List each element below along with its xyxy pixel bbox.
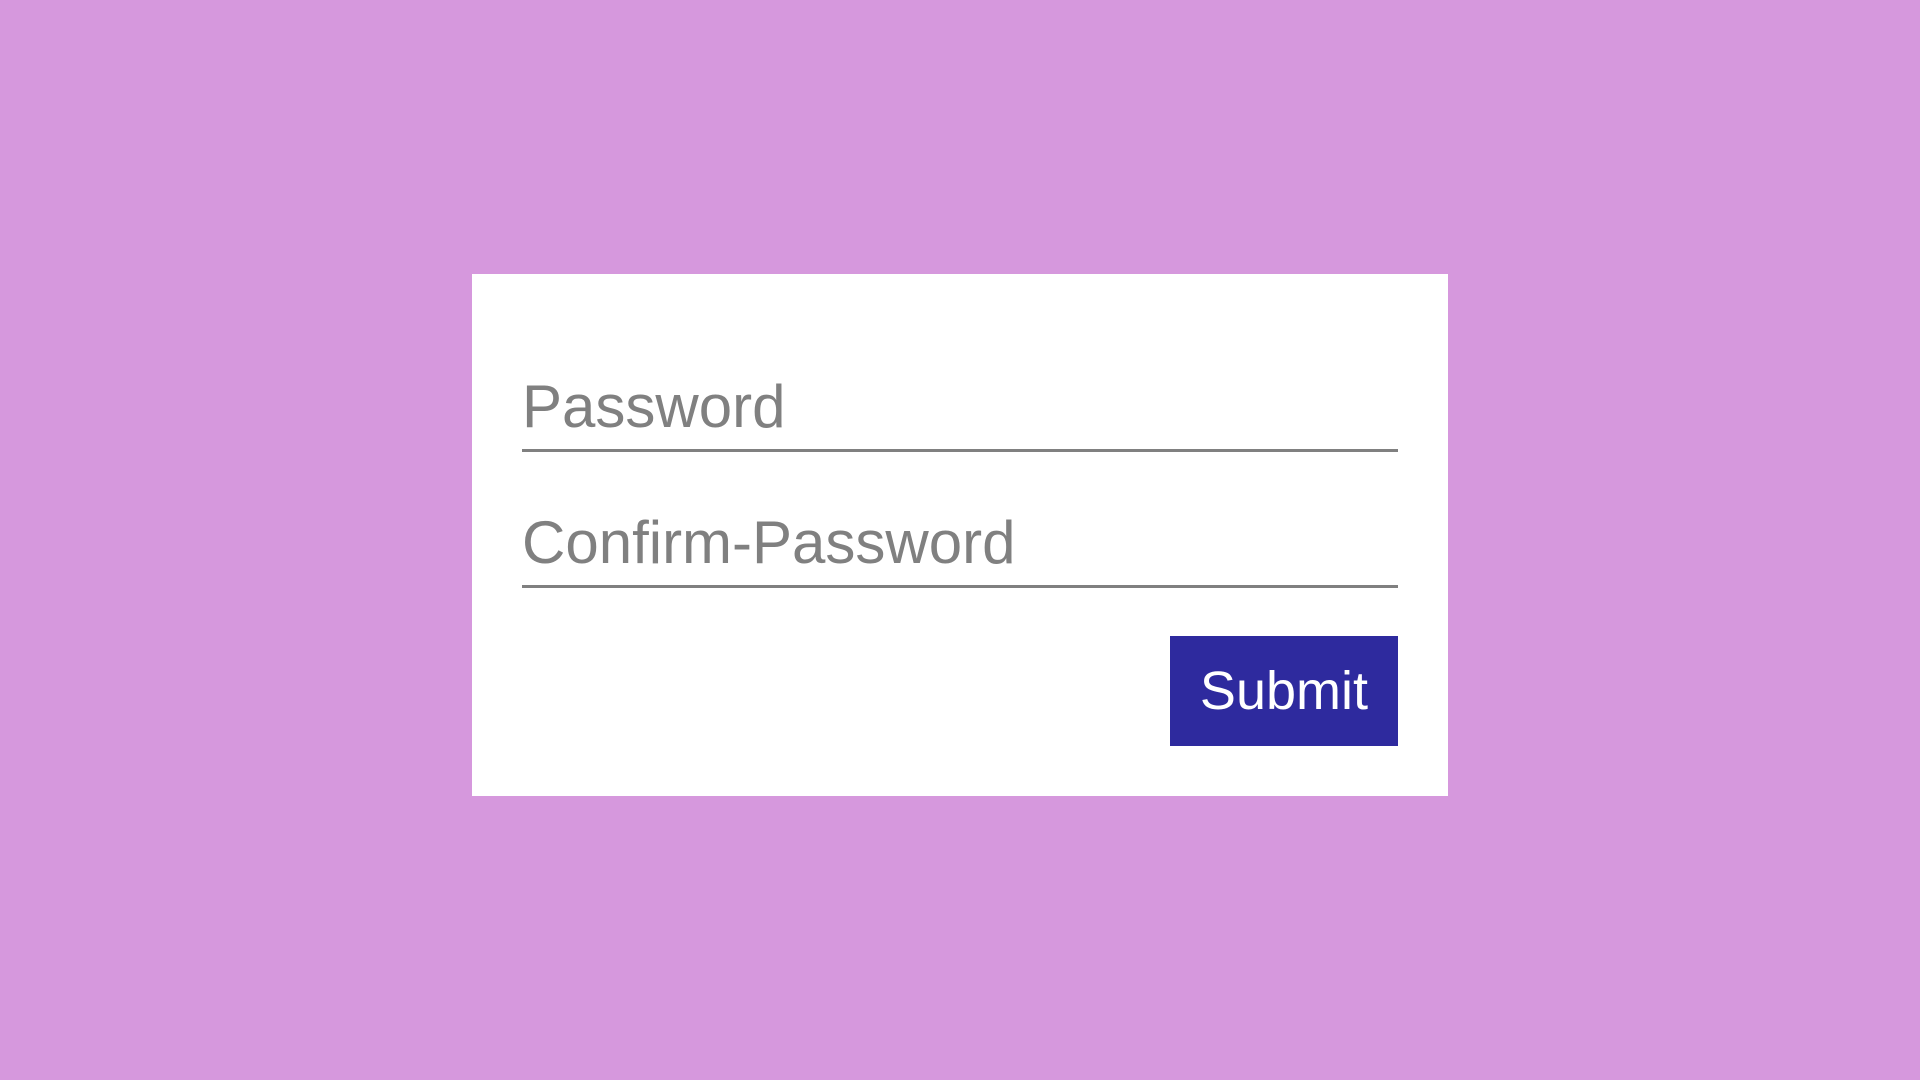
submit-button[interactable]: Submit: [1170, 636, 1398, 746]
password-form-card: Submit: [472, 274, 1448, 796]
confirm-password-field-wrapper: [522, 500, 1398, 588]
button-row: Submit: [522, 636, 1398, 746]
password-input[interactable]: [522, 364, 1398, 452]
password-field-wrapper: [522, 364, 1398, 452]
confirm-password-input[interactable]: [522, 500, 1398, 588]
